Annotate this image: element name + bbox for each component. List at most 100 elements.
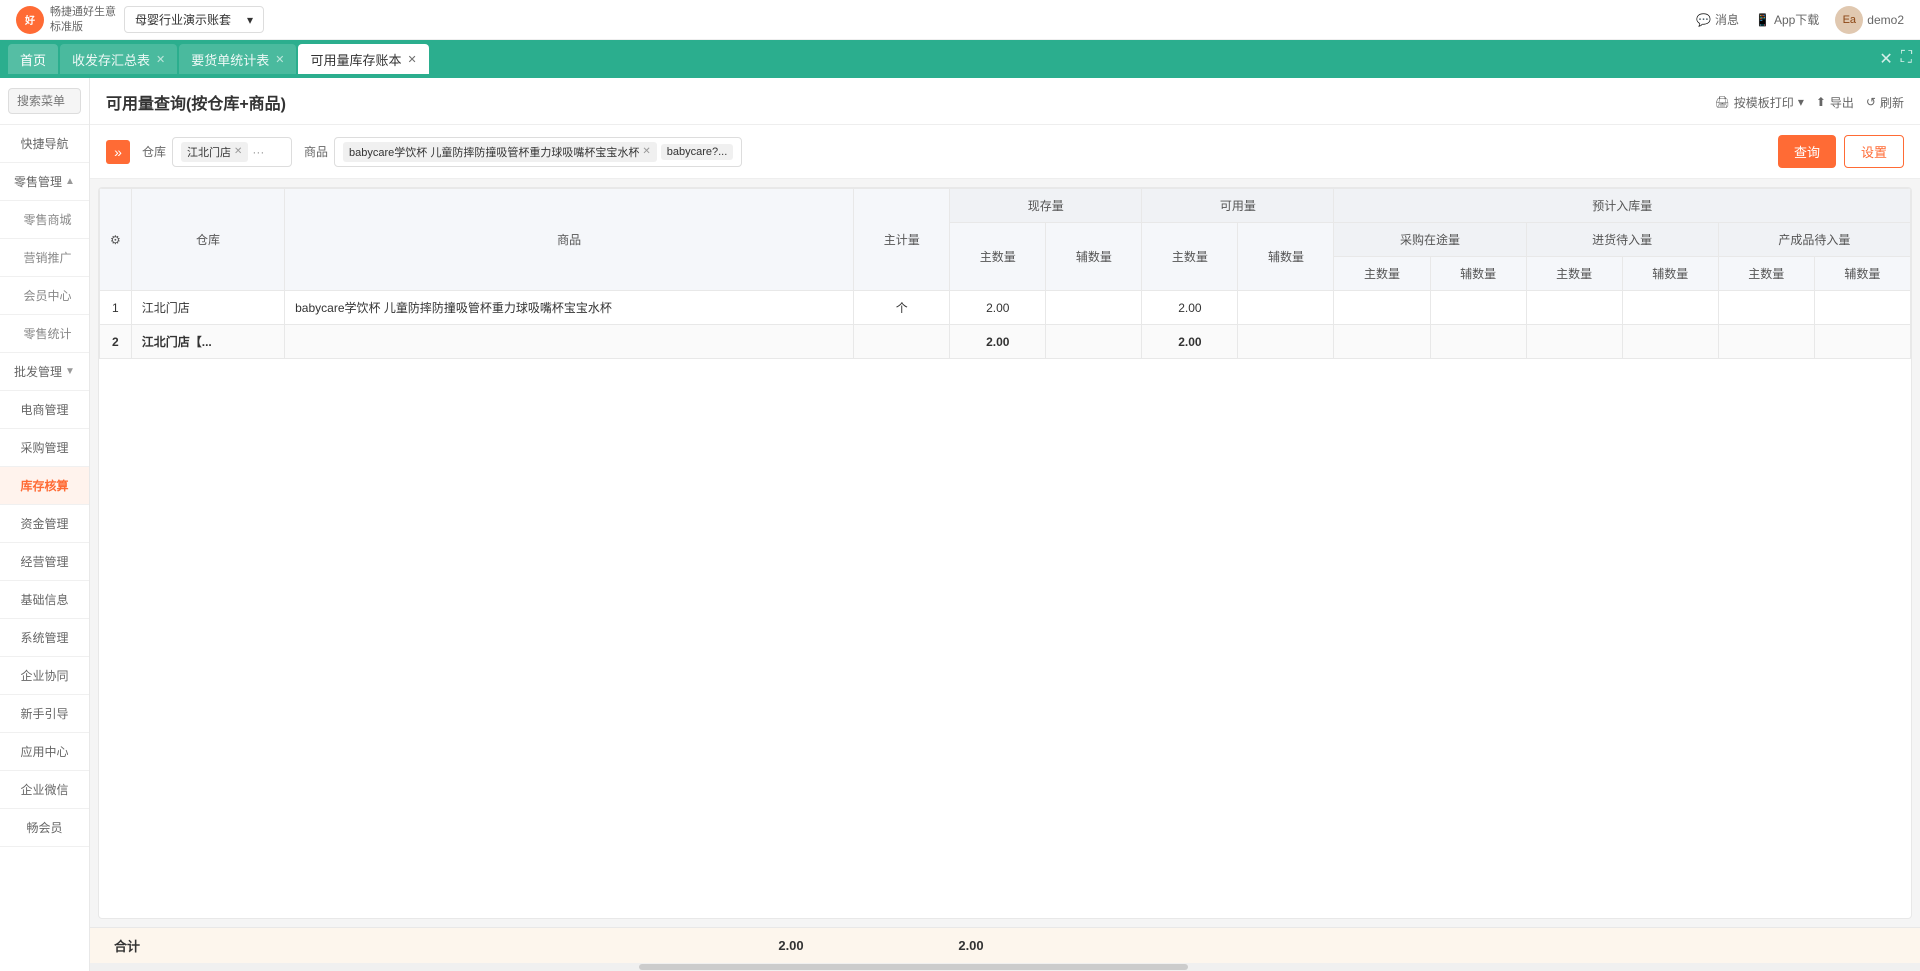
td-production-sub-2 xyxy=(1814,325,1910,359)
app-download-action[interactable]: 📱 App下载 xyxy=(1755,11,1819,28)
download-icon: 📱 xyxy=(1755,13,1770,27)
chevron-down-icon-print: ▾ xyxy=(1798,95,1804,109)
top-bar-left: 好 畅捷通好生意 标准版 母婴行业演示账套 ▾ xyxy=(16,5,264,34)
td-unit-2 xyxy=(854,325,950,359)
warehouse-ellipsis: ··· xyxy=(252,145,264,159)
sidebar-item-operations[interactable]: 经营管理 xyxy=(0,543,89,581)
td-available-sub-2 xyxy=(1238,325,1334,359)
td-production-main-1 xyxy=(1718,291,1814,325)
td-production-sub-1 xyxy=(1814,291,1910,325)
logo-text: 畅捷通好生意 标准版 xyxy=(50,5,116,34)
warehouse-tag: 江北门店 ✕ xyxy=(181,142,248,162)
horizontal-scrollbar[interactable] xyxy=(90,963,1920,971)
td-stock-sub-1 xyxy=(1046,291,1142,325)
refresh-btn[interactable]: ↺ 刷新 xyxy=(1866,94,1904,111)
footer-stock-main: 2.00 xyxy=(746,938,836,953)
export-btn[interactable]: ⬆ 导出 xyxy=(1816,94,1854,111)
chevron-down-icon: ▾ xyxy=(247,13,253,27)
page-header: 可用量查询(按仓库+商品) 🖨 按模板打印 ▾ ⬆ 导出 ↺ 刷新 xyxy=(90,78,1920,125)
warehouse-input[interactable]: 江北门店 ✕ ··· xyxy=(172,137,292,167)
avatar: Ea xyxy=(1835,6,1863,34)
tab-close-available[interactable]: ✕ xyxy=(408,53,417,66)
th-unit: 主计量 xyxy=(854,189,950,291)
sidebar-item-guide[interactable]: 新手引导 xyxy=(0,695,89,733)
sidebar-item-retail-mall[interactable]: 零售商城 xyxy=(0,201,89,239)
th-purchase-main: 主数量 xyxy=(1334,257,1430,291)
filter-actions: 查询 设置 xyxy=(1778,135,1904,168)
tab-close-receipts[interactable]: ✕ xyxy=(156,53,165,66)
tab-bar-actions: ✕ ⛶ xyxy=(1879,49,1912,69)
th-stock-sub: 辅数量 xyxy=(1046,223,1142,291)
tab-bar: 首页 收发存汇总表 ✕ 要货单统计表 ✕ 可用量库存账本 ✕ ✕ ⛶ xyxy=(0,40,1920,78)
th-available-main: 主数量 xyxy=(1142,223,1238,291)
sidebar-item-retail-stats[interactable]: 零售统计 xyxy=(0,315,89,353)
close-window-btn[interactable]: ✕ xyxy=(1879,49,1892,69)
data-table: ⚙ 仓库 商品 主计量 现存量 可用量 预计入库量 主数量 辅数量 主数量 辅数… xyxy=(99,188,1911,359)
td-purchase-main-2 xyxy=(1334,325,1430,359)
warehouse-tag-close[interactable]: ✕ xyxy=(234,146,242,157)
sidebar-item-marketing[interactable]: 营销推广 xyxy=(0,239,89,277)
td-inbound-sub-2 xyxy=(1622,325,1718,359)
settings-button[interactable]: 设置 xyxy=(1844,135,1904,168)
td-no-1: 1 xyxy=(100,291,132,325)
table-footer: 合计 2.00 2.00 xyxy=(90,927,1920,963)
query-button[interactable]: 查询 xyxy=(1778,135,1836,168)
sidebar-item-purchase[interactable]: 采购管理 xyxy=(0,429,89,467)
refresh-icon: ↺ xyxy=(1866,95,1876,109)
user-action[interactable]: Ea demo2 xyxy=(1835,6,1904,34)
sidebar-item-finance[interactable]: 资金管理 xyxy=(0,505,89,543)
footer-available-main: 2.00 xyxy=(926,938,1016,953)
th-production-sub: 辅数量 xyxy=(1814,257,1910,291)
th-incoming-group: 预计入库量 xyxy=(1334,189,1911,223)
sidebar-item-vip[interactable]: 畅会员 xyxy=(0,809,89,847)
th-product: 商品 xyxy=(285,189,854,291)
product-tag-2: babycare?... xyxy=(661,144,734,160)
sidebar-item-app-center[interactable]: 应用中心 xyxy=(0,733,89,771)
sidebar-search-input[interactable] xyxy=(8,88,81,114)
filter-expand-btn[interactable]: » xyxy=(106,140,130,164)
print-btn[interactable]: 🖨 按模板打印 ▾ xyxy=(1715,94,1804,111)
export-icon: ⬆ xyxy=(1816,95,1826,109)
product-input[interactable]: babycare学饮杯 儿童防摔防撞吸管杯重力球吸嘴杯宝宝水杯 ✕ babyca… xyxy=(334,137,742,167)
sidebar-item-wholesale[interactable]: 批发管理 ▼ xyxy=(0,353,89,391)
sidebar-item-inventory[interactable]: 库存核算 xyxy=(0,467,89,505)
td-product-2 xyxy=(285,325,854,359)
main-layout: 快捷导航 零售管理 ▲ 零售商城 营销推广 会员中心 零售统计 批发管理 ▼ 电… xyxy=(0,78,1920,971)
sidebar-item-members[interactable]: 会员中心 xyxy=(0,277,89,315)
print-icon: 🖨 xyxy=(1715,95,1730,109)
tab-available[interactable]: 可用量库存账本 ✕ xyxy=(298,44,428,74)
industry-select[interactable]: 母婴行业演示账套 ▾ xyxy=(124,6,264,33)
scroll-thumb[interactable] xyxy=(639,964,1188,970)
td-unit-1: 个 xyxy=(854,291,950,325)
td-stock-main-2: 2.00 xyxy=(950,325,1046,359)
td-no-2: 2 xyxy=(100,325,132,359)
th-warehouse: 仓库 xyxy=(131,189,284,291)
filter-bar: » 仓库 江北门店 ✕ ··· 商品 babycare学饮杯 儿童防摔防撞吸管杯… xyxy=(90,125,1920,179)
td-available-main-2: 2.00 xyxy=(1142,325,1238,359)
top-bar: 好 畅捷通好生意 标准版 母婴行业演示账套 ▾ 💬 消息 📱 App下载 Ea … xyxy=(0,0,1920,40)
product-tag-1-close[interactable]: ✕ xyxy=(642,146,650,157)
th-inbound-sub: 辅数量 xyxy=(1622,257,1718,291)
sidebar-item-enterprise[interactable]: 企业协同 xyxy=(0,657,89,695)
logo-icon: 好 xyxy=(16,6,44,34)
td-stock-sub-2 xyxy=(1046,325,1142,359)
sidebar-item-quick-nav[interactable]: 快捷导航 xyxy=(0,125,89,163)
sidebar-item-basics[interactable]: 基础信息 xyxy=(0,581,89,619)
tab-orders[interactable]: 要货单统计表 ✕ xyxy=(179,44,296,74)
tab-home[interactable]: 首页 xyxy=(8,44,58,74)
td-available-sub-1 xyxy=(1238,291,1334,325)
maximize-btn[interactable]: ⛶ xyxy=(1901,49,1912,69)
sidebar-item-ecommerce[interactable]: 电商管理 xyxy=(0,391,89,429)
page-title: 可用量查询(按仓库+商品) xyxy=(106,90,286,114)
sidebar-item-system[interactable]: 系统管理 xyxy=(0,619,89,657)
tab-close-orders[interactable]: ✕ xyxy=(275,53,284,66)
td-warehouse-2: 江北门店【... xyxy=(131,325,284,359)
message-action[interactable]: 💬 消息 xyxy=(1696,11,1739,28)
sidebar: 快捷导航 零售管理 ▲ 零售商城 营销推广 会员中心 零售统计 批发管理 ▼ 电… xyxy=(0,78,90,971)
header-actions: 🖨 按模板打印 ▾ ⬆ 导出 ↺ 刷新 xyxy=(1715,94,1904,111)
th-settings[interactable]: ⚙ xyxy=(100,189,132,291)
product-tag-1: babycare学饮杯 儿童防摔防撞吸管杯重力球吸嘴杯宝宝水杯 ✕ xyxy=(343,142,657,162)
tab-receipts[interactable]: 收发存汇总表 ✕ xyxy=(60,44,177,74)
sidebar-item-retail[interactable]: 零售管理 ▲ xyxy=(0,163,89,201)
sidebar-item-enterprise-wechat[interactable]: 企业微信 xyxy=(0,771,89,809)
